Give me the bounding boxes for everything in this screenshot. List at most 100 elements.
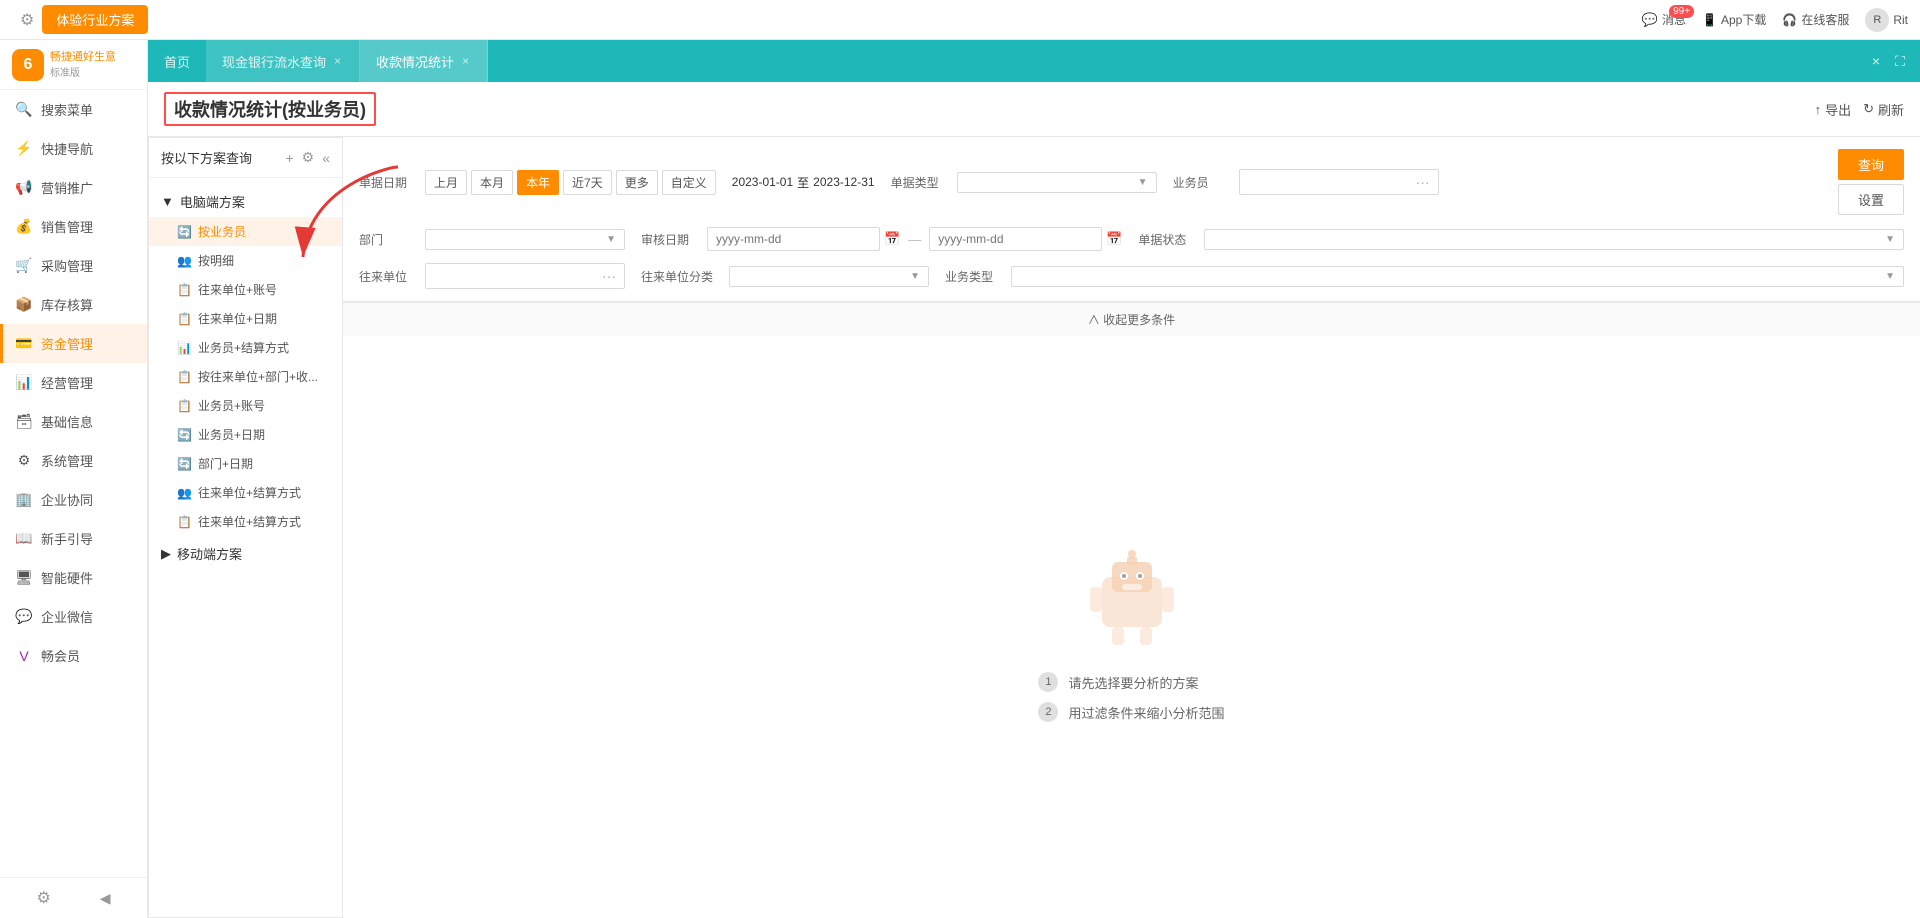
tab-bank-flow-label: 现金银行流水查询 [222,52,326,71]
voucher-type-select[interactable]: ▼ [957,172,1157,193]
audit-date-from[interactable] [707,227,880,251]
service-icon: 🎧 [1782,13,1797,27]
sidebar-label-wechat: 企业微信 [41,607,93,626]
tree-item-by-salesman[interactable]: 🔄 按业务员 [149,217,342,246]
user-name: Rit [1893,13,1908,27]
service-btn[interactable]: 🎧 在线客服 [1782,11,1849,28]
page-header-actions: ↑ 导出 ↻ 刷新 [1815,100,1904,119]
filter-row-3: 往来单位 ··· 往来单位分类 ▼ 业务类型 [359,263,1904,289]
tab-collection-stat[interactable]: 收款情况统计 × [360,40,488,82]
date-btn-last-month[interactable]: 上月 [425,170,467,195]
wechat-icon: 💬 [15,608,33,626]
tree-item-unit-account[interactable]: 📋 往来单位+账号 [149,275,342,304]
sidebar-item-wechat[interactable]: 💬 企业微信 [0,597,147,636]
counterpart-cat-chevron: ▼ [910,271,920,282]
sidebar-label-vip: 畅会员 [41,646,80,665]
export-btn[interactable]: ↑ 导出 [1815,100,1852,119]
query-button[interactable]: 查询 [1838,149,1904,180]
tree-item-unit-date-label: 往来单位+日期 [198,310,277,327]
salesman-more-icon: ··· [1416,174,1430,190]
sidebar-label-purchase: 采购管理 [41,256,93,275]
trial-btn[interactable]: 体验行业方案 [42,5,148,34]
date-btn-this-month[interactable]: 本月 [471,170,513,195]
tree-item-dept-date[interactable]: 🔄 部门+日期 [149,449,342,478]
sidebar-item-marketing[interactable]: 📢 营销推广 [0,168,147,207]
tree-group-mobile-header[interactable]: ▶ 移动端方案 [149,538,342,569]
audit-date-to[interactable] [929,227,1102,251]
date-btn-this-year[interactable]: 本年 [517,170,559,195]
biz-type-label: 业务类型 [945,268,995,285]
tree-item-unit-date[interactable]: 📋 往来单位+日期 [149,304,342,333]
sidebar-item-guide[interactable]: 📖 新手引导 [0,519,147,558]
tab-home[interactable]: 首页 [148,40,206,82]
top-header: ⚙ 体验行业方案 💬 消息 99+ 📱 App下载 🎧 在线客服 R Rit [0,0,1920,40]
tree-item-salesman-account[interactable]: 📋 业务员+账号 [149,391,342,420]
refresh-icon: ↻ [1863,101,1874,117]
sidebar-label-marketing: 营销推广 [41,178,93,197]
sidebar-item-system[interactable]: ⚙ 系统管理 [0,441,147,480]
counterpart-select[interactable]: ··· [425,263,625,289]
sidebar-collapse-icon[interactable]: ◀ [100,890,111,907]
logo-sub: 标准版 [50,64,116,79]
filter-right-group1: 单据类型 ▼ 业务员 ··· [891,149,1904,215]
panel-collapse-icon[interactable]: « [322,150,330,166]
biz-type-chevron: ▼ [1885,271,1895,282]
download-btn[interactable]: 📱 App下载 [1702,11,1766,28]
tree-item-unit-date-icon: 📋 [177,312,192,326]
tree-item-salesman-date[interactable]: 🔄 业务员+日期 [149,420,342,449]
notification-btn[interactable]: 💬 消息 99+ [1642,11,1686,28]
window-maximize-icon[interactable]: ⛶ [1892,53,1908,69]
tab-bar-right: × ⛶ [1856,40,1920,82]
tree-item-unit-settlement[interactable]: 👥 往来单位+结算方式 [149,478,342,507]
panel-settings-icon[interactable]: ⚙ [302,149,315,166]
settings-button[interactable]: 设置 [1838,184,1904,215]
header-settings-icon[interactable]: ⚙ [20,10,34,30]
sidebar-item-hardware[interactable]: 🖥 智能硬件 [0,558,147,597]
tab-collection-stat-close[interactable]: × [460,52,471,70]
header-right: 💬 消息 99+ 📱 App下载 🎧 在线客服 R Rit [1642,8,1908,32]
tree-item-dept-date-icon: 🔄 [177,457,192,471]
dept-label: 部门 [359,231,409,248]
tab-home-label: 首页 [164,52,190,71]
date-btn-custom[interactable]: 自定义 [662,170,716,195]
user-btn[interactable]: R Rit [1865,8,1908,32]
sidebar-item-vip[interactable]: V 畅会员 [0,636,147,675]
tree-item-unit-dept-collect[interactable]: 📋 按往来单位+部门+收... [149,362,342,391]
tab-bank-flow[interactable]: 现金银行流水查询 × [206,40,360,82]
date-btn-more[interactable]: 更多 [616,170,658,195]
sidebar-item-inventory[interactable]: 📦 库存核算 [0,285,147,324]
basic-icon: 🗃 [15,413,33,431]
sidebar-item-purchase[interactable]: 🛒 采购管理 [0,246,147,285]
date-btn-7days[interactable]: 近7天 [563,170,612,195]
tab-bank-flow-close[interactable]: × [332,52,343,70]
sidebar-settings-icon[interactable]: ⚙ [36,888,50,908]
sidebar-item-enterprise[interactable]: 🏢 企业协同 [0,480,147,519]
tree-item-salesman-settlement[interactable]: 📊 业务员+结算方式 [149,333,342,362]
sidebar-item-sales[interactable]: 💰 销售管理 [0,207,147,246]
refresh-btn[interactable]: ↻ 刷新 [1863,100,1904,119]
counterpart-cat-select[interactable]: ▼ [729,266,929,287]
tree-group-mobile: ▶ 移动端方案 [149,538,342,569]
collapse-bar[interactable]: ∧ 收起更多条件 [343,302,1920,336]
sidebar-item-finance[interactable]: 💳 资金管理 [0,324,147,363]
sidebar-item-quick-nav[interactable]: ⚡ 快捷导航 [0,129,147,168]
sidebar-item-search[interactable]: 🔍 搜索菜单 [0,90,147,129]
export-icon: ↑ [1815,102,1822,117]
tree-item-by-detail[interactable]: 👥 按明细 [149,246,342,275]
sidebar-item-operation[interactable]: 📊 经营管理 [0,363,147,402]
hardware-icon: 🖥 [15,569,33,587]
tree-item-unit-settlement2[interactable]: 📋 往来单位+结算方式 [149,507,342,536]
tree-group-desktop-header[interactable]: ▼ 电脑端方案 [149,186,342,217]
panel-add-icon[interactable]: + [285,150,293,166]
sidebar-label-finance: 资金管理 [41,334,93,353]
biz-type-select[interactable]: ▼ [1011,266,1904,287]
page-title: 收款情况统计(按业务员) [164,92,376,126]
dept-select[interactable]: ▼ [425,229,625,250]
window-close-icon[interactable]: × [1868,53,1884,69]
logo-icon: 6 [12,49,44,81]
tree-item-unit-account-icon: 📋 [177,283,192,297]
empty-illustration [1072,532,1192,652]
sidebar-item-basic[interactable]: 🗃 基础信息 [0,402,147,441]
voucher-status-select[interactable]: ▼ [1204,229,1904,250]
salesman-select[interactable]: ··· [1239,169,1439,195]
